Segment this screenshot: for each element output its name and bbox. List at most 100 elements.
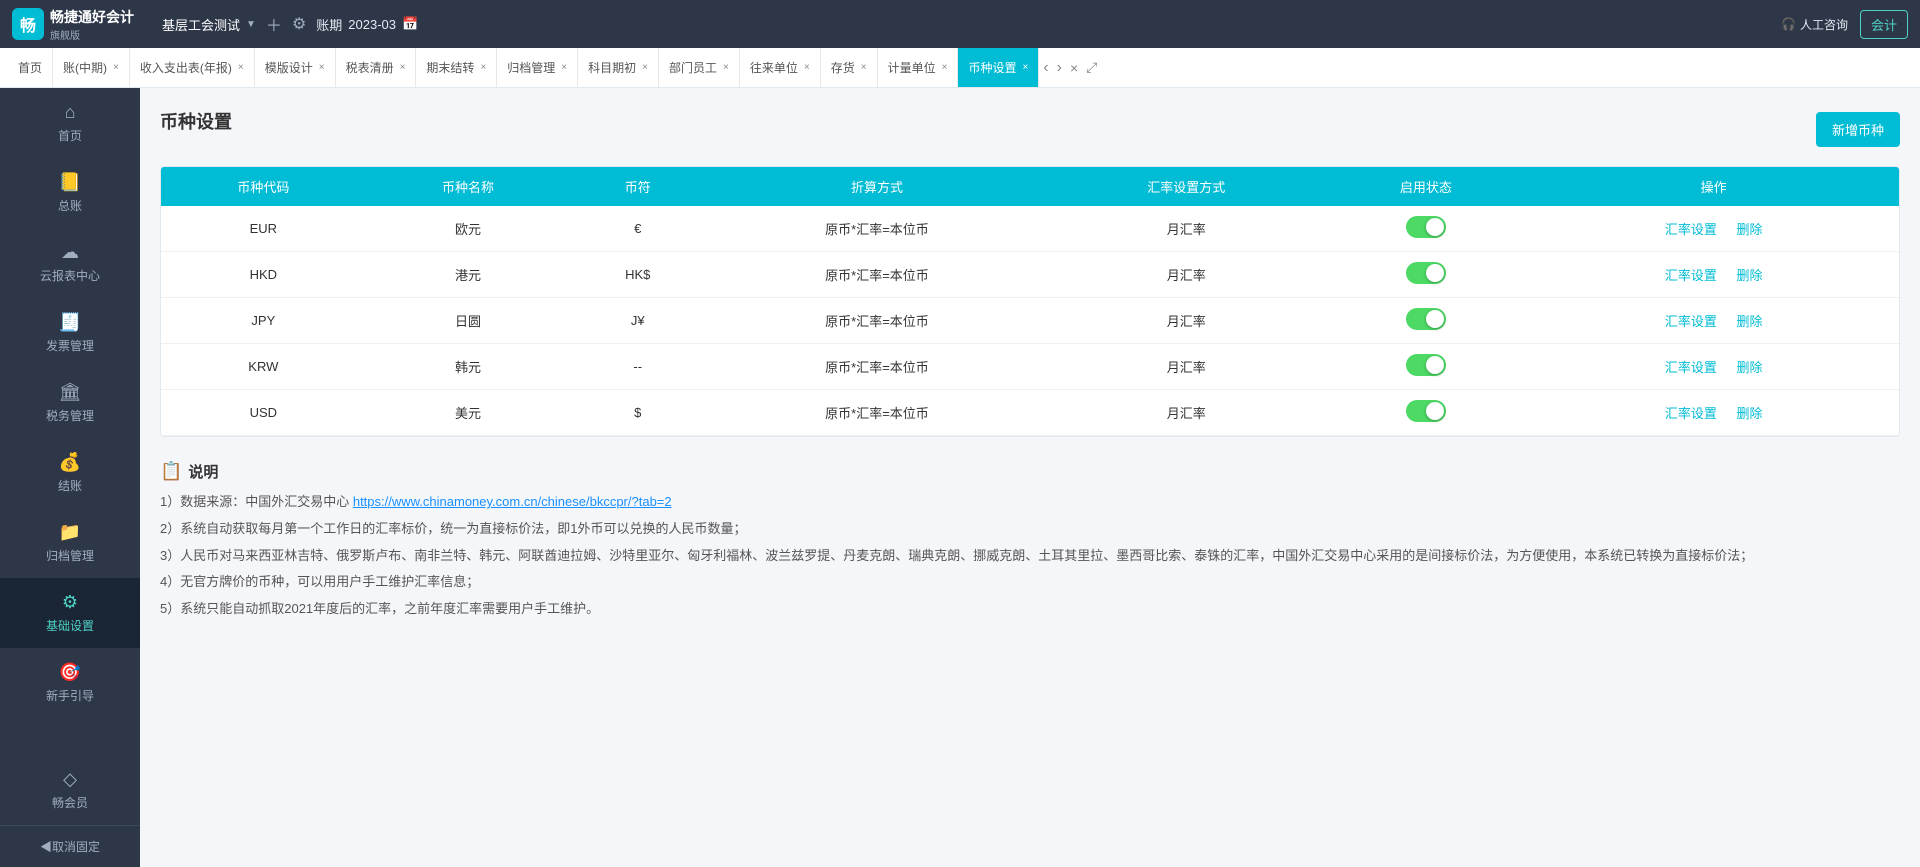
tab-subject-init[interactable]: 科目期初 × xyxy=(578,48,659,88)
content-wrapper: 币种设置 新增币种 币种代码 币种名称 币符 折算方式 汇率设置方式 启用状态 … xyxy=(160,108,1900,620)
toggle-2[interactable] xyxy=(1406,308,1446,330)
sidebar-item-basic[interactable]: ⚙ 基础设置 xyxy=(0,578,140,648)
tab-currency-label: 币种设置 xyxy=(968,59,1016,76)
tab-archive[interactable]: 归档管理 × xyxy=(497,48,578,88)
tab-unit-label: 计量单位 xyxy=(888,59,936,76)
cell-actions-0: 汇率设置 删除 xyxy=(1528,206,1899,252)
cell-rate-type-2: 月汇率 xyxy=(1049,298,1324,344)
tab-inventory[interactable]: 存货 × xyxy=(821,48,878,88)
tab-tax-table[interactable]: 税表清册 × xyxy=(336,48,417,88)
sidebar: ⌂ 首页 📒 总账 ☁ 云报表中心 🧾 发票管理 🏛 税务管理 💰 结账 📁 归… xyxy=(0,88,140,867)
tab-counterparty-close[interactable]: × xyxy=(804,62,810,73)
sidebar-pin-button[interactable]: ◀取消固定 xyxy=(0,825,140,867)
cell-name-0: 欧元 xyxy=(366,206,571,252)
cell-toggle-2[interactable] xyxy=(1324,298,1529,344)
cell-calc-0: 原币*汇率=本位币 xyxy=(705,206,1049,252)
delete-link-2[interactable]: 删除 xyxy=(1736,314,1762,329)
tab-home[interactable]: 首页 xyxy=(8,48,53,88)
tab-dept-staff[interactable]: 部门员工 × xyxy=(659,48,740,88)
settings-icon[interactable]: ⚙ xyxy=(292,14,306,34)
sidebar-label-reports: 云报表中心 xyxy=(40,267,100,284)
sidebar-item-member[interactable]: ◇ 畅会员 xyxy=(0,755,140,825)
cell-toggle-0[interactable] xyxy=(1324,206,1529,252)
cell-toggle-4[interactable] xyxy=(1324,390,1529,436)
tab-income-report-close[interactable]: × xyxy=(238,62,244,73)
page-header: 币种设置 新增币种 xyxy=(160,108,1900,150)
workspace-chevron-icon: ▼ xyxy=(246,19,256,30)
cell-symbol-1: HK$ xyxy=(570,252,705,298)
notice-list: 1）数据来源：中国外汇交易中心 https://www.chinamoney.c… xyxy=(160,492,1900,620)
cell-toggle-3[interactable] xyxy=(1324,344,1529,390)
account-button[interactable]: 会计 xyxy=(1860,10,1908,39)
tab-template-close[interactable]: × xyxy=(319,62,325,73)
toggle-4[interactable] xyxy=(1406,400,1446,422)
sidebar-item-home[interactable]: ⌂ 首页 xyxy=(0,88,140,158)
calendar-icon[interactable]: 📅 xyxy=(402,16,418,32)
tab-ledger-mid-close[interactable]: × xyxy=(113,62,119,73)
delete-link-4[interactable]: 删除 xyxy=(1736,406,1762,421)
cell-code-2: JPY xyxy=(161,298,366,344)
cell-code-4: USD xyxy=(161,390,366,436)
workspace-selector[interactable]: 基层工会测试 ▼ xyxy=(162,15,256,34)
tax-icon: 🏛 xyxy=(59,382,82,403)
tab-dept-staff-close[interactable]: × xyxy=(723,62,729,73)
sidebar-label-guide: 新手引导 xyxy=(46,687,94,704)
table-header-row: 币种代码 币种名称 币符 折算方式 汇率设置方式 启用状态 操作 xyxy=(161,167,1899,206)
headset-icon: 🎧 xyxy=(1781,17,1796,31)
tab-tax-table-close[interactable]: × xyxy=(400,62,406,73)
sidebar-item-guide[interactable]: 🎯 新手引导 xyxy=(0,648,140,718)
tab-inventory-close[interactable]: × xyxy=(861,62,867,73)
table-row: HKD 港元 HK$ 原币*汇率=本位币 月汇率 汇率设置 删除 xyxy=(161,252,1899,298)
tab-ledger-mid[interactable]: 账(中期) × xyxy=(53,48,130,88)
delete-link-3[interactable]: 删除 xyxy=(1736,360,1762,375)
tab-close-all-button[interactable]: × xyxy=(1066,60,1082,76)
tab-maximize-button[interactable]: ⤢ xyxy=(1082,59,1101,76)
tab-period-close-x[interactable]: × xyxy=(480,62,486,73)
notice-link[interactable]: https://www.chinamoney.com.cn/chinese/bk… xyxy=(353,494,672,509)
top-bar-actions: 🎧 人工咨询 会计 xyxy=(1781,10,1908,39)
toggle-3[interactable] xyxy=(1406,354,1446,376)
table-row: KRW 韩元 -- 原币*汇率=本位币 月汇率 汇率设置 删除 xyxy=(161,344,1899,390)
sidebar-item-reports[interactable]: ☁ 云报表中心 xyxy=(0,228,140,298)
rate-setting-link-3[interactable]: 汇率设置 xyxy=(1665,360,1717,375)
delete-link-0[interactable]: 删除 xyxy=(1736,222,1762,237)
tab-template-label: 模版设计 xyxy=(265,59,313,76)
tab-currency[interactable]: 币种设置 × xyxy=(958,48,1039,88)
logo-area: 畅 畅捷通好会计 旗舰版 xyxy=(12,7,152,42)
cell-symbol-2: J¥ xyxy=(570,298,705,344)
tab-archive-close[interactable]: × xyxy=(561,62,567,73)
toggle-1[interactable] xyxy=(1406,262,1446,284)
rate-setting-link-0[interactable]: 汇率设置 xyxy=(1665,222,1717,237)
tab-next-button[interactable]: › xyxy=(1053,59,1066,77)
rate-setting-link-2[interactable]: 汇率设置 xyxy=(1665,314,1717,329)
tab-counterparty[interactable]: 往来单位 × xyxy=(740,48,821,88)
rate-setting-link-1[interactable]: 汇率设置 xyxy=(1665,268,1717,283)
support-button[interactable]: 🎧 人工咨询 xyxy=(1781,16,1848,33)
delete-link-1[interactable]: 删除 xyxy=(1736,268,1762,283)
sidebar-item-tax[interactable]: 🏛 税务管理 xyxy=(0,368,140,438)
rate-setting-link-4[interactable]: 汇率设置 xyxy=(1665,406,1717,421)
new-currency-button[interactable]: 新增币种 xyxy=(1816,112,1900,147)
toggle-0[interactable] xyxy=(1406,216,1446,238)
cell-toggle-1[interactable] xyxy=(1324,252,1529,298)
cell-code-3: KRW xyxy=(161,344,366,390)
tab-template[interactable]: 模版设计 × xyxy=(255,48,336,88)
tab-bar: 首页 账(中期) × 收入支出表(年报) × 模版设计 × 税表清册 × 期末结… xyxy=(0,48,1920,88)
sidebar-item-ledger[interactable]: 📒 总账 xyxy=(0,158,140,228)
workspace-name: 基层工会测试 xyxy=(162,15,240,34)
sidebar-item-invoice[interactable]: 🧾 发票管理 xyxy=(0,298,140,368)
tab-income-report[interactable]: 收入支出表(年报) × xyxy=(130,48,255,88)
add-workspace-button[interactable]: ＋ xyxy=(266,12,282,36)
tab-prev-button[interactable]: ‹ xyxy=(1039,59,1052,77)
sidebar-item-archive[interactable]: 📁 归档管理 xyxy=(0,508,140,578)
tab-period-close[interactable]: 期末结转 × xyxy=(416,48,497,88)
tab-subject-init-close[interactable]: × xyxy=(642,62,648,73)
tab-unit-close[interactable]: × xyxy=(942,62,948,73)
reports-icon: ☁ xyxy=(61,242,79,263)
app-title: 畅捷通好会计 xyxy=(50,7,134,27)
sidebar-item-settle[interactable]: 💰 结账 xyxy=(0,438,140,508)
sidebar-label-settle: 结账 xyxy=(58,477,82,494)
tab-unit[interactable]: 计量单位 × xyxy=(878,48,959,88)
tab-currency-close[interactable]: × xyxy=(1022,62,1028,73)
sidebar-label-basic: 基础设置 xyxy=(46,617,94,634)
